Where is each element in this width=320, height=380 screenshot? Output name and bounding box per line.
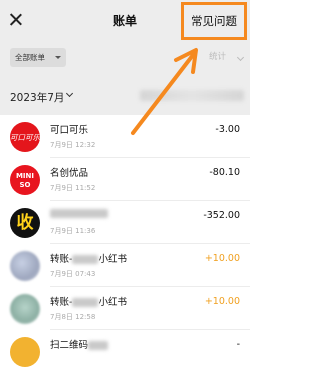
transaction-row[interactable]: 转账- 小红书 7月9日 07:43 +10.00 [0,244,250,287]
transaction-time: 7月9日 11:52 [50,184,96,192]
transaction-time: 7月9日 12:32 [50,141,96,149]
all-bills-label: 全部账单 [15,53,45,62]
transaction-amount: +10.00 [204,253,240,264]
transaction-time: 7月9日 07:43 [50,270,96,278]
transaction-row[interactable]: MINI SO 名创优品 7月9日 11:52 -80.10 [0,158,250,201]
month-summary-redacted [140,90,244,101]
transaction-amount: -352.00 [203,210,240,221]
caret-down-icon [55,56,61,59]
transfer-name: 扫二维码 [50,337,109,351]
svg-text:MINI: MINI [16,172,34,180]
merchant-name: 可口可乐 [50,125,89,136]
transfer-name: 转账- 小红书 [50,254,127,265]
transaction-time: 7月9日 11:36 [50,227,96,235]
month-selector[interactable]: 2023年7月 [10,90,64,105]
faq-button[interactable]: 常见问题 [181,2,247,40]
transaction-time: 7月8日 12:58 [50,313,96,321]
user-avatar [10,251,40,281]
svg-text:SO: SO [20,181,31,189]
transaction-row[interactable]: 收 7月9日 11:36 -352.00 [0,201,250,244]
transaction-list: 可口可乐 可口可乐 7月9日 12:32 -3.00 MINI SO 名创优品 … [0,115,250,380]
transaction-amount: - [236,339,240,350]
transaction-amount: -3.00 [215,124,240,135]
transaction-amount: -80.10 [209,167,240,178]
transaction-amount: +10.00 [204,296,240,307]
merchant-name: 名创优品 [50,168,89,179]
coca-cola-logo: 可口可乐 [10,122,40,152]
transaction-row[interactable]: 可口可乐 可口可乐 7月9日 12:32 -3.00 [0,115,250,158]
transaction-row[interactable]: 转账- 小红书 7月8日 12:58 +10.00 [0,287,250,330]
transaction-row[interactable]: 扫二维码 - [0,330,250,373]
user-avatar [10,294,40,324]
svg-text:可口可乐: 可口可乐 [10,133,40,142]
transfer-name: 转账- 小红书 [50,297,127,308]
merchant-name-redacted [50,208,108,219]
collect-payment-icon: 收 [10,208,40,238]
qr-code-icon [10,337,40,367]
miniso-logo: MINI SO [10,165,40,195]
stats-link[interactable]: 统计 [209,50,226,62]
all-bills-filter[interactable]: 全部账单 [10,48,66,67]
